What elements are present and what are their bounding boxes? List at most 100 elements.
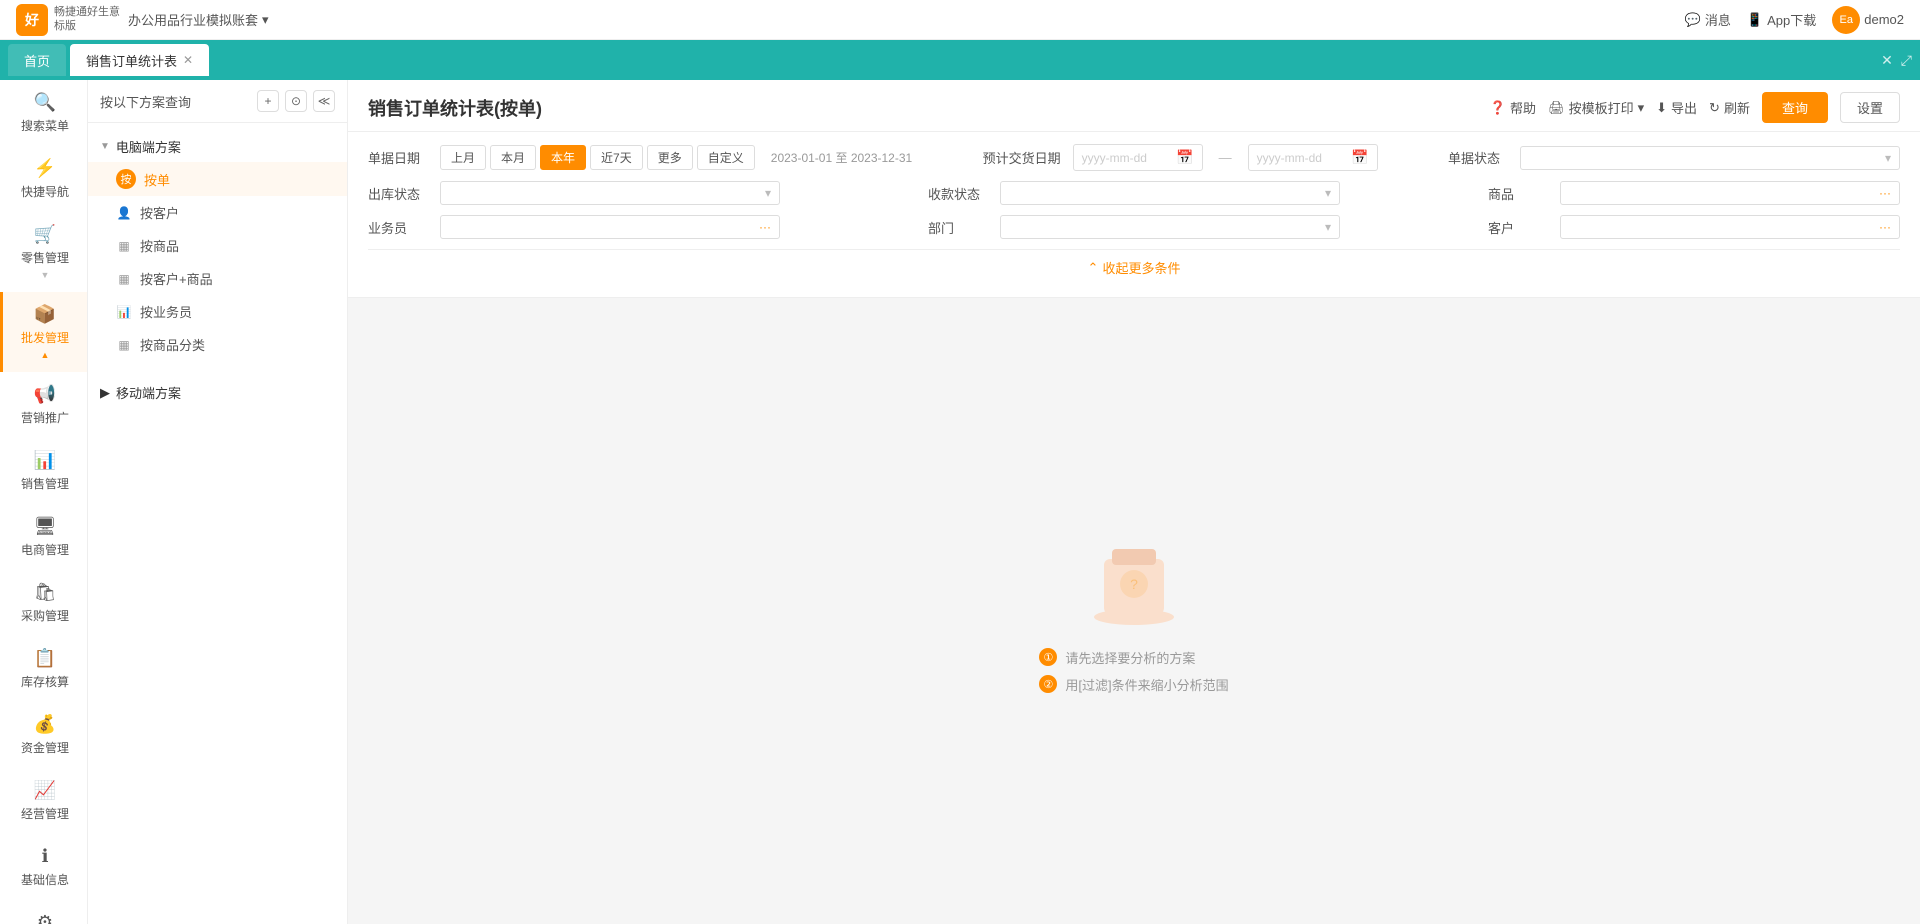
scheme-item-by-goods-category[interactable]: ▦ 按商品分类 [88,328,347,361]
top-bar: 好 畅捷通好生意 标版 办公用品行业模拟账套 ▾ 💬 消息 📱 App下载 [0,0,1920,40]
tab-home[interactable]: 首页 [8,44,66,76]
salesperson-select[interactable]: ··· [440,215,780,239]
sidebar-item-retail-mgmt[interactable]: 🛒 零售管理 ▼ [0,212,87,292]
btn-last-month[interactable]: 上月 [440,145,486,170]
filter-row-2: 出库状态 ▾ 收款状态 ▾ 商品 [368,181,1900,205]
department-label: 部门 [928,218,988,237]
add-scheme-btn[interactable]: + [257,90,279,112]
sidebar-item-wholesale-mgmt[interactable]: 📦 批发管理 ▲ [0,292,87,372]
query-btn[interactable]: 查询 [1762,92,1828,123]
avatar: Ea [1832,6,1860,34]
scheme-settings-btn[interactable]: ⊙ [285,90,307,112]
btn-this-month[interactable]: 本月 [490,145,536,170]
sidebar-item-marketing[interactable]: 📢 营销推广 [0,372,87,438]
window-close-btn[interactable]: ✕ [1881,52,1893,69]
bill-status-label: 单据状态 [1448,148,1508,167]
inventory-icon: 📋 [34,648,56,669]
scheme-item-by-goods[interactable]: ▦ 按商品 [88,229,347,262]
cart-icon: 🛒 [34,224,56,245]
top-bar-left: 好 畅捷通好生意 标版 办公用品行业模拟账套 ▾ [16,4,269,36]
help-btn[interactable]: ❓ 帮助 [1490,98,1536,117]
payment-status-label: 收款状态 [928,184,988,203]
logo-area: 好 畅捷通好生意 标版 [16,4,120,36]
date-shortcuts: 上月 本月 本年 近7天 更多 自定义 [440,145,755,170]
main-layout: 🔍 搜索菜单 ⚡ 快捷导航 🛒 零售管理 ▼ 📦 批发管理 ▲ 📢 营销推广 [0,80,1920,924]
scheme-by-order-icon: 按 [116,169,136,189]
filter-row-1: 单据日期 上月 本月 本年 近7天 更多 自定义 2023-01-01 至 20… [368,144,1900,171]
template-print-btn[interactable]: 🖨 按模板打印 ▾ [1548,98,1644,117]
arrow-up-icon: ▲ [41,350,50,360]
scheme-group-pc[interactable]: ▼ 电脑端方案 [88,131,347,162]
collapse-filters-btn[interactable]: ⌃ 收起更多条件 [368,249,1900,285]
scheme-group-mobile[interactable]: ▶ 移动端方案 [88,377,347,408]
empty-illustration: ? [1074,529,1194,632]
bill-status-select[interactable]: ▾ [1520,146,1900,170]
sidebar-item-quick-nav[interactable]: ⚡ 快捷导航 [0,146,87,212]
app-download-btn[interactable]: 📱 App下载 [1747,10,1816,29]
message-btn[interactable]: 💬 消息 [1685,10,1731,29]
settings-btn[interactable]: 设置 [1840,92,1900,123]
left-panel-title: 按以下方案查询 [100,92,191,111]
btn-custom[interactable]: 自定义 [697,145,755,170]
dropdown-icon: ▾ [262,12,269,28]
collapse-arrow-icon: ⌃ [1088,260,1099,276]
marketing-icon: 📢 [34,384,56,405]
user-profile-btn[interactable]: Ea demo2 [1832,6,1904,34]
salesperson-label: 业务员 [368,218,428,237]
goods-more-icon[interactable]: ··· [1879,186,1891,200]
refresh-icon: ↻ [1709,100,1720,116]
payment-status-select[interactable]: ▾ [1000,181,1340,205]
btn-last-7-days[interactable]: 近7天 [590,145,643,170]
export-btn[interactable]: ⬇ 导出 [1656,98,1697,117]
date-end-input[interactable]: yyyy-mm-dd 📅 [1248,144,1378,171]
content-area: 按以下方案查询 + ⊙ ≪ ▼ 电脑端方案 按 按单 [88,80,1920,924]
department-select[interactable]: ▾ [1000,215,1340,239]
tab-bar-right: ✕ ⤢ [1881,52,1912,69]
sidebar: 🔍 搜索菜单 ⚡ 快捷导航 🛒 零售管理 ▼ 📦 批发管理 ▲ 📢 营销推广 [0,80,88,924]
salesperson-more-icon[interactable]: ··· [759,220,771,234]
sidebar-item-finance[interactable]: 💰 资金管理 [0,702,87,768]
goods-icon: ▦ [116,238,132,254]
sales-icon: 📊 [34,450,56,471]
collapse-panel-btn[interactable]: ≪ [313,90,335,112]
sidebar-item-sales-mgmt[interactable]: 📊 销售管理 [0,438,87,504]
ecommerce-icon: 🖥 [34,516,57,537]
arrow-down-icon: ▼ [41,270,50,280]
sidebar-item-basic-info[interactable]: ℹ 基础信息 [0,834,87,900]
payment-status-dropdown-icon: ▾ [1325,186,1331,200]
customer-icon: 👤 [116,205,132,221]
svg-text:?: ? [1130,576,1138,592]
print-icon: 🖨 [1548,100,1565,116]
btn-more[interactable]: 更多 [647,145,693,170]
help-icon: ❓ [1490,100,1506,116]
export-icon: ⬇ [1656,100,1667,116]
calendar-start-icon: 📅 [1176,149,1193,166]
btn-this-year[interactable]: 本年 [540,145,586,170]
tab-sales-stat[interactable]: 销售订单统计表 ✕ [70,44,209,76]
scheme-item-by-salesperson[interactable]: 📊 按业务员 [88,295,347,328]
scheme-item-by-customer-goods[interactable]: ▦ 按客户+商品 [88,262,347,295]
refresh-btn[interactable]: ↻ 刷新 [1709,98,1750,117]
date-start-input[interactable]: yyyy-mm-dd 📅 [1073,144,1203,171]
scheme-item-by-order[interactable]: 按 按单 [88,162,347,196]
sidebar-item-purchase[interactable]: 🛍 采购管理 [0,570,87,636]
sidebar-item-search-menu[interactable]: 🔍 搜索菜单 [0,80,87,146]
window-maximize-btn[interactable]: ⤢ [1901,52,1912,69]
customer-more-icon[interactable]: ··· [1879,220,1891,234]
customer-select[interactable]: ··· [1560,215,1900,239]
date-separator: — [1215,150,1236,165]
group-arrow-down-icon: ▼ [100,141,110,152]
delivery-status-select[interactable]: ▾ [440,181,780,205]
lightning-icon: ⚡ [34,158,56,179]
scheme-item-by-customer[interactable]: 👤 按客户 [88,196,347,229]
goods-select[interactable]: ··· [1560,181,1900,205]
page-title: 销售订单统计表(按单) [368,95,542,121]
sidebar-item-operation[interactable]: 📈 经营管理 [0,768,87,834]
sidebar-item-inventory[interactable]: 📋 库存核算 [0,636,87,702]
company-selector[interactable]: 办公用品行业模拟账套 ▾ [128,10,269,29]
tab-bar: 首页 销售订单统计表 ✕ ✕ ⤢ [0,40,1920,80]
tab-close-icon[interactable]: ✕ [183,53,193,67]
sidebar-item-ecommerce[interactable]: 🖥 电商管理 [0,504,87,570]
left-panel: 按以下方案查询 + ⊙ ≪ ▼ 电脑端方案 按 按单 [88,80,348,924]
sidebar-item-sys-mgmt[interactable]: ⚙ 系统管理 [0,900,87,924]
